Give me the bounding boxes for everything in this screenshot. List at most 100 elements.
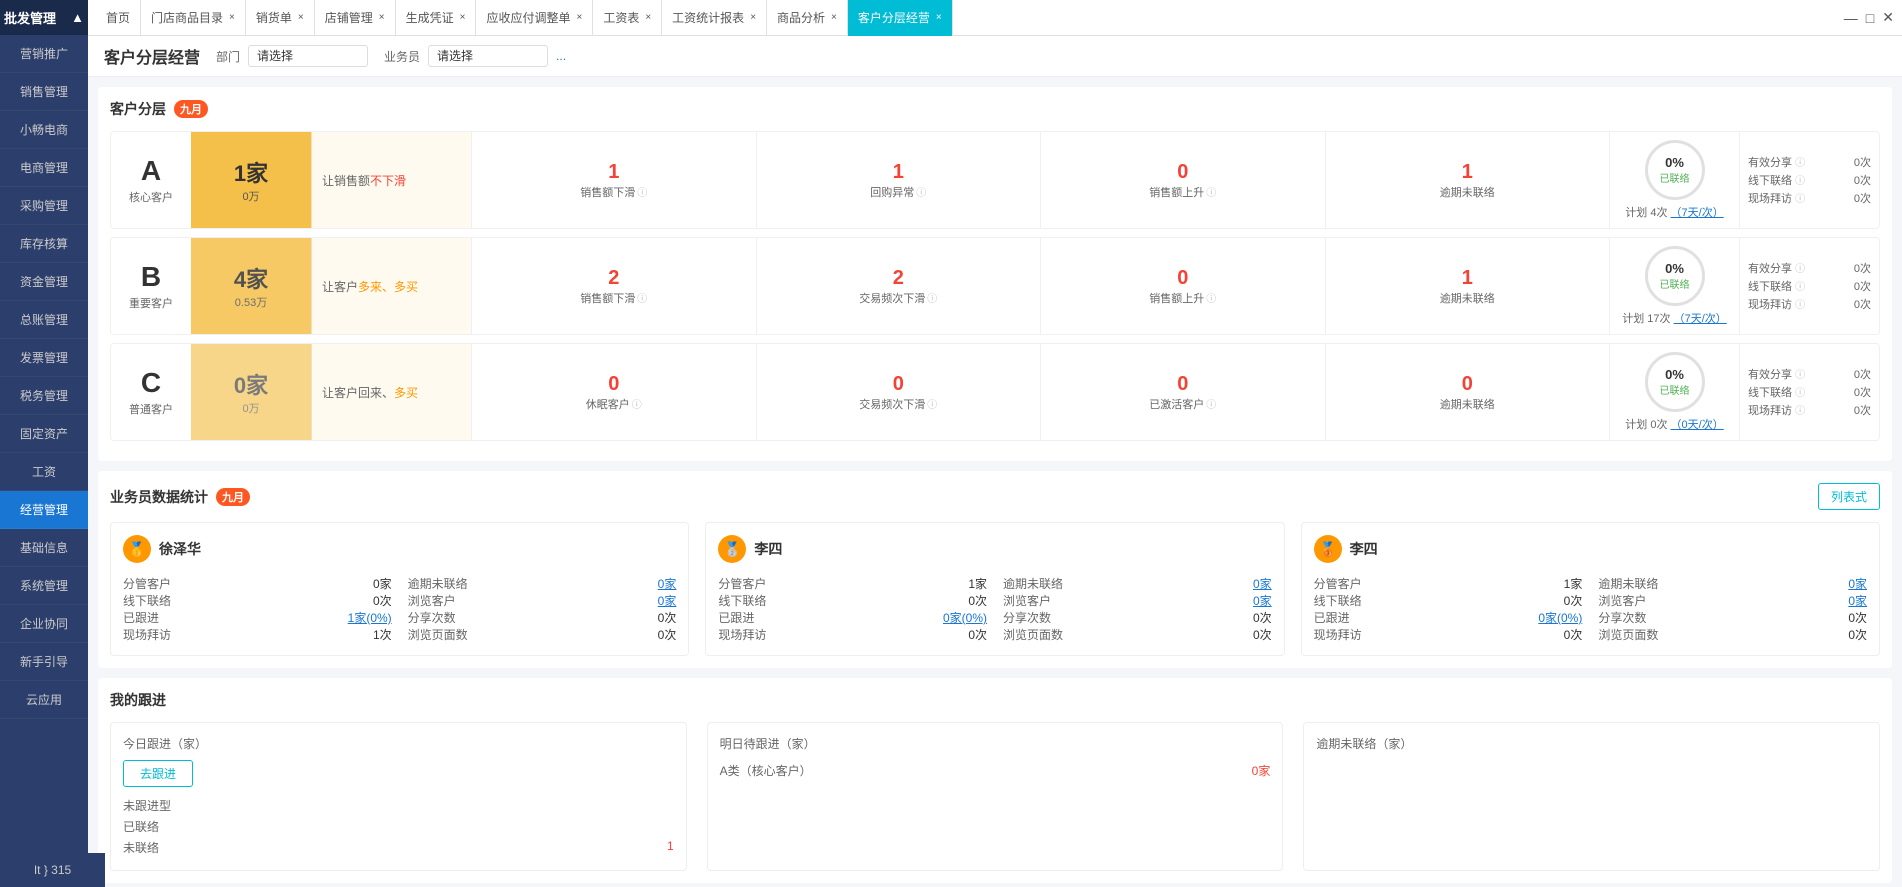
tab-label: 销货单 — [256, 9, 292, 26]
tab-销货单[interactable]: 销货单 × — [246, 0, 315, 36]
customer-month-badge: 九月 — [174, 100, 208, 118]
biz-row: 浏览客户 0家 — [408, 592, 677, 609]
biz-grid: 分管客户 1家线下联络 0次已跟进 0家(0%)现场拜访 0次逾期未联络 0家浏… — [1314, 575, 1867, 643]
info-icon[interactable]: ⓘ — [1795, 194, 1805, 205]
sidebar-item-电商管理[interactable]: 电商管理 — [0, 149, 88, 187]
info-icon[interactable]: ⓘ — [1795, 406, 1805, 417]
more-filter[interactable]: ... — [556, 49, 566, 63]
sidebar-item-营销推广[interactable]: 营销推广 — [0, 35, 88, 73]
plan-link[interactable]: （7天/次） — [1674, 313, 1727, 325]
biz-row: 现场拜访 0次 — [1314, 626, 1583, 643]
biz-row: 分享次数 0次 — [408, 609, 677, 626]
tab-应收应付调整单[interactable]: 应收应付调整单× — [476, 0, 593, 36]
tab-close-icon[interactable]: × — [379, 12, 385, 23]
plan-link[interactable]: （0天/次） — [1671, 419, 1724, 431]
list-view-button[interactable]: 列表式 — [1818, 483, 1880, 510]
info-icon[interactable]: ⓘ — [637, 184, 647, 199]
tab-action-minus[interactable]: — — [1844, 10, 1858, 26]
info-icon[interactable]: ⓘ — [916, 184, 926, 199]
biz-card-header: 🥉李四 — [1314, 535, 1867, 563]
biz-val: 1家 — [968, 575, 987, 592]
sidebar-item-发票管理[interactable]: 发票管理 — [0, 339, 88, 377]
sidebar-item-资金管理[interactable]: 资金管理 — [0, 263, 88, 301]
tab-close-icon[interactable]: × — [229, 12, 235, 23]
sidebar-item-系统管理[interactable]: 系统管理 — [0, 567, 88, 605]
info-icon[interactable]: ⓘ — [1795, 300, 1805, 311]
dept-select[interactable]: 请选择 — [248, 45, 368, 67]
biz-row: 已跟进 1家(0%) — [123, 609, 392, 626]
info-icon[interactable]: ⓘ — [1795, 370, 1805, 381]
sidebar-item-小畅电商[interactable]: 小畅电商 — [0, 111, 88, 149]
sidebar-item-采购管理[interactable]: 采购管理 — [0, 187, 88, 225]
info-icon[interactable]: ⓘ — [632, 396, 642, 411]
tab-close-icon[interactable]: × — [645, 12, 651, 23]
tab-close-icon[interactable]: × — [750, 12, 756, 23]
sidebar-item-税务管理[interactable]: 税务管理 — [0, 377, 88, 415]
info-icon[interactable]: ⓘ — [1206, 184, 1216, 199]
tab-close-icon[interactable]: × — [460, 12, 466, 23]
biz-row: 已跟进 0家(0%) — [1314, 609, 1583, 626]
sidebar-item-云应用[interactable]: 云应用 — [0, 681, 88, 719]
info-icon[interactable]: ⓘ — [1795, 176, 1805, 187]
sidebar-item-企业协同[interactable]: 企业协同 — [0, 605, 88, 643]
sidebar-collapse-icon[interactable]: ▲ — [71, 10, 84, 25]
contact-circle: 0% 已联络 — [1645, 246, 1705, 306]
tab-店铺管理[interactable]: 店铺管理× — [315, 0, 396, 36]
info-icon[interactable]: ⓘ — [637, 290, 647, 305]
tab-close-icon[interactable]: × — [936, 12, 942, 23]
sidebar-item-基础信息[interactable]: 基础信息 — [0, 529, 88, 567]
tab-close-icon[interactable]: × — [576, 12, 582, 23]
biz-val[interactable]: 1家(0%) — [348, 609, 392, 626]
sidebar-item-新手引导[interactable]: 新手引导 — [0, 643, 88, 681]
followup-btn[interactable]: 去跟进 — [123, 760, 193, 787]
sidebar-item-库存核算[interactable]: 库存核算 — [0, 225, 88, 263]
sidebar-item-总账管理[interactable]: 总账管理 — [0, 301, 88, 339]
biz-val[interactable]: 0家 — [658, 592, 677, 609]
tab-close-icon[interactable]: × — [298, 12, 304, 23]
biz-val[interactable]: 0家(0%) — [1538, 609, 1582, 626]
biz-val: 0次 — [1253, 626, 1272, 643]
tab-门店商品目录[interactable]: 门店商品目录× — [141, 0, 246, 36]
info-icon[interactable]: ⓘ — [1206, 396, 1216, 411]
tab-生成凭证[interactable]: 生成凭证 × — [396, 0, 477, 36]
sidebar-title: 批发管理 — [4, 8, 56, 27]
biz-row: 已跟进 0家(0%) — [718, 609, 987, 626]
tab-工资统计报表[interactable]: 工资统计报表× — [662, 0, 767, 36]
info-icon[interactable]: ⓘ — [927, 290, 937, 305]
tab-商品分析[interactable]: 商品分析× — [767, 0, 848, 36]
sidebar-item-工资[interactable]: 工资 — [0, 453, 88, 491]
page-title: 客户分层经营 — [104, 44, 200, 68]
tab-客户分层经营[interactable]: 客户分层经营× — [848, 0, 953, 36]
tier-stat-item: 1逾期未联络 — [1325, 132, 1610, 228]
tier-side-stats-C: 有效分享 ⓘ0次线下联络 ⓘ0次现场拜访 ⓘ0次 — [1739, 344, 1879, 440]
biz-val[interactable]: 0家(0%) — [943, 609, 987, 626]
info-icon[interactable]: ⓘ — [1795, 282, 1805, 293]
biz-val[interactable]: 0家 — [1253, 592, 1272, 609]
followup-row: 未联络1 — [123, 837, 674, 858]
tab-action-close[interactable]: ✕ — [1882, 9, 1894, 26]
tier-stats-C: 0休眠客户 ⓘ0交易频次下滑 ⓘ0已激活客户 ⓘ0逾期未联络 — [471, 344, 1609, 440]
biz-val[interactable]: 0家 — [658, 575, 677, 592]
tab-close-icon[interactable]: × — [831, 12, 837, 23]
info-icon[interactable]: ⓘ — [1795, 264, 1805, 275]
sidebar-item-销售管理[interactable]: 销售管理 — [0, 73, 88, 111]
tab-label: 生成凭证 — [406, 9, 454, 26]
tab-action-restore[interactable]: □ — [1866, 10, 1874, 26]
info-icon[interactable]: ⓘ — [1795, 158, 1805, 169]
info-icon[interactable]: ⓘ — [927, 396, 937, 411]
biz-row: 现场拜访 0次 — [718, 626, 987, 643]
sidebar-item-经营管理[interactable]: 经营管理 — [0, 491, 88, 529]
sidebar-item-固定资产[interactable]: 固定资产 — [0, 415, 88, 453]
tab-首页[interactable]: 首页 — [96, 0, 141, 36]
biz-val[interactable]: 0家 — [1848, 575, 1867, 592]
followup-grid: 今日跟进（家）去跟进未跟进型已联络未联络1明日待跟进（家）A类（核心客户）0家逾… — [110, 722, 1880, 871]
biz-val[interactable]: 0家 — [1253, 575, 1272, 592]
info-icon[interactable]: ⓘ — [1206, 290, 1216, 305]
tab-工资表[interactable]: 工资表× — [593, 0, 662, 36]
plan-link[interactable]: （7天/次） — [1671, 207, 1724, 219]
biz-val[interactable]: 0家 — [1848, 592, 1867, 609]
biz-row: 浏览客户 0家 — [1598, 592, 1867, 609]
info-icon[interactable]: ⓘ — [1795, 388, 1805, 399]
sales-select[interactable]: 请选择 — [428, 45, 548, 67]
sidebar-top[interactable]: 批发管理 ▲ — [0, 0, 88, 35]
